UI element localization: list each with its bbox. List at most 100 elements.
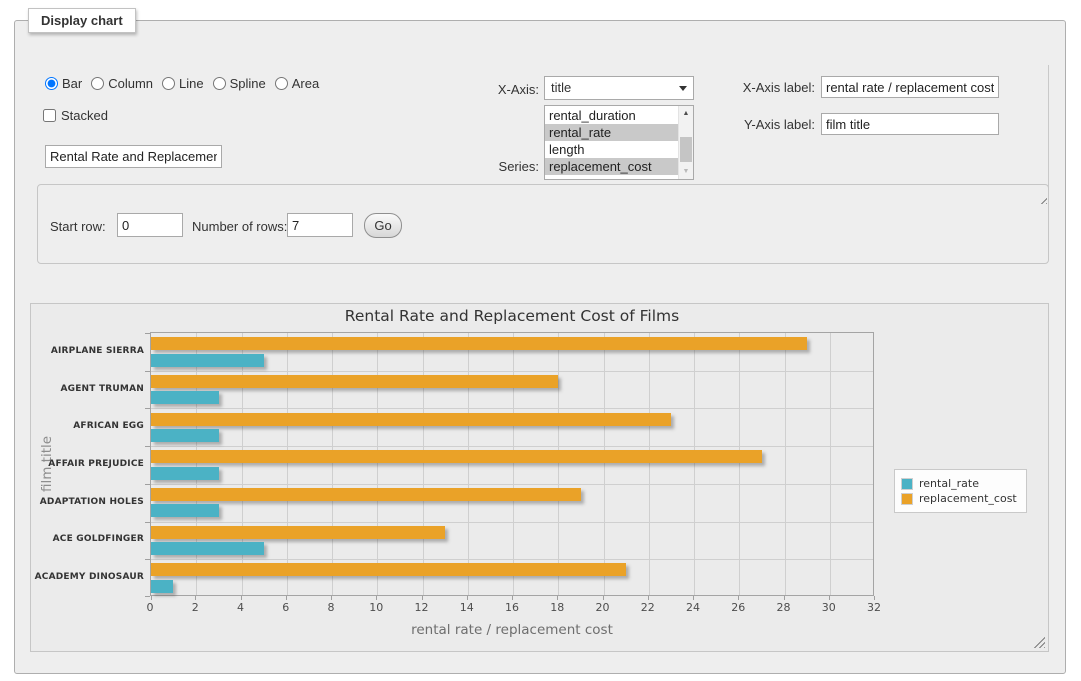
legend-label: rental_rate: [919, 477, 979, 490]
stacked-checkbox[interactable]: [43, 109, 56, 122]
start-row-input[interactable]: [117, 213, 183, 237]
x-axis-select-label: X-Axis:: [477, 82, 539, 97]
series-listbox-scrollbar[interactable]: ▲ ▼: [678, 106, 693, 179]
x-tick-label: 32: [867, 601, 881, 614]
chart-type-option-area: Area: [275, 76, 319, 91]
scroll-up-icon[interactable]: ▲: [679, 106, 693, 121]
x-axis-tick-mark: [286, 596, 287, 600]
chart-type-radio-column[interactable]: [91, 77, 104, 90]
chart-title: Rental Rate and Replacement Cost of Film…: [150, 307, 874, 325]
series-listbox[interactable]: rental_durationrental_ratelengthreplacem…: [544, 105, 694, 180]
chart-type-radio-line[interactable]: [162, 77, 175, 90]
series-option[interactable]: replacement_cost: [545, 158, 678, 175]
gridline-vertical: [694, 333, 695, 595]
gridline-vertical: [830, 333, 831, 595]
gridline-vertical: [196, 333, 197, 595]
gridline-horizontal: [151, 408, 873, 409]
x-axis-label-input[interactable]: [821, 76, 999, 98]
chart-type-radio-spline[interactable]: [213, 77, 226, 90]
number-of-rows-input[interactable]: [287, 213, 353, 237]
gridline-vertical: [242, 333, 243, 595]
x-tick-labels: 02468101214161820222426283032: [31, 601, 1048, 615]
gridline-vertical: [649, 333, 650, 595]
series-listbox-label: Series:: [477, 159, 539, 174]
chart-type-radio-area[interactable]: [275, 77, 288, 90]
bar-rental_rate: [151, 467, 219, 480]
y-axis-tick-mark: [145, 596, 150, 597]
chart-type-option-line: Line: [162, 76, 204, 91]
x-tick-label: 24: [686, 601, 700, 614]
legend-item: rental_rate: [901, 477, 1017, 490]
go-button[interactable]: Go: [364, 213, 402, 238]
x-tick-label: 20: [596, 601, 610, 614]
chart-type-label-line: Line: [179, 76, 204, 91]
y-axis-tick-mark: [145, 408, 150, 409]
bar-rental_rate: [151, 354, 264, 367]
x-tick-label: 30: [822, 601, 836, 614]
gridline-vertical: [604, 333, 605, 595]
y-tick-label: ADAPTATION HOLES: [31, 497, 144, 507]
x-axis-tick-mark: [874, 596, 875, 600]
bar-rental_rate: [151, 504, 219, 517]
x-axis-tick-mark: [603, 596, 604, 600]
x-axis-tick-mark: [376, 596, 377, 600]
chart-title-input[interactable]: [45, 145, 222, 168]
x-axis-tick-mark: [648, 596, 649, 600]
gridline-horizontal: [151, 559, 873, 560]
y-axis-tick-mark: [145, 371, 150, 372]
bar-rental_rate: [151, 391, 219, 404]
y-axis-tick-mark: [145, 484, 150, 485]
gridline-horizontal: [151, 371, 873, 372]
chart-resize-handle-icon[interactable]: [1033, 636, 1045, 648]
x-axis-tick-mark: [512, 596, 513, 600]
chart-type-option-bar: Bar: [45, 76, 82, 91]
panel-legend: Display chart: [28, 8, 136, 33]
series-option[interactable]: rental_rate: [545, 124, 678, 141]
stacked-label: Stacked: [61, 108, 108, 123]
gridline-horizontal: [151, 484, 873, 485]
y-tick-label: ACE GOLDFINGER: [31, 534, 144, 544]
chevron-down-icon: [679, 86, 687, 91]
gridline-vertical: [468, 333, 469, 595]
y-axis-label-input[interactable]: [821, 113, 999, 135]
gridline-vertical: [377, 333, 378, 595]
chart-type-label-spline: Spline: [230, 76, 266, 91]
x-tick-label: 12: [415, 601, 429, 614]
bar-replacement_cost: [151, 526, 445, 539]
chart-type-radio-bar[interactable]: [45, 77, 58, 90]
x-tick-label: 4: [237, 601, 244, 614]
gridline-vertical: [513, 333, 514, 595]
start-row-label: Start row:: [50, 219, 108, 234]
y-axis-tick-mark: [145, 522, 150, 523]
x-tick-label: 26: [731, 601, 745, 614]
y-axis-tick-mark: [145, 333, 150, 334]
gridline-vertical: [332, 333, 333, 595]
chart-type-label-column: Column: [108, 76, 153, 91]
chart-type-label-bar: Bar: [62, 76, 82, 91]
y-tick-labels: AIRPLANE SIERRAAGENT TRUMANAFRICAN EGGAF…: [31, 332, 144, 596]
y-tick-label: AFRICAN EGG: [31, 421, 144, 431]
bar-replacement_cost: [151, 488, 581, 501]
y-tick-label: AFFAIR PREJUDICE: [31, 459, 144, 469]
series-option[interactable]: rental_duration: [545, 107, 678, 124]
x-axis-tick-mark: [241, 596, 242, 600]
x-tick-label: 22: [641, 601, 655, 614]
chart-type-option-spline: Spline: [213, 76, 266, 91]
x-tick-label: 10: [369, 601, 383, 614]
gridline-vertical: [287, 333, 288, 595]
x-axis-tick-mark: [467, 596, 468, 600]
x-tick-label: 8: [328, 601, 335, 614]
scroll-down-icon[interactable]: ▼: [679, 164, 693, 179]
y-tick-label: AIRPLANE SIERRA: [31, 346, 144, 356]
scrollbar-thumb[interactable]: [680, 137, 692, 162]
x-axis-tick-mark: [693, 596, 694, 600]
bar-replacement_cost: [151, 413, 671, 426]
series-option[interactable]: length: [545, 141, 678, 158]
x-axis-select[interactable]: title: [544, 76, 694, 100]
x-axis-tick-mark: [195, 596, 196, 600]
settings-resize-edge: [1048, 65, 1049, 205]
x-axis-tick-mark: [422, 596, 423, 600]
chart-type-option-column: Column: [91, 76, 153, 91]
chart-container: Rental Rate and Replacement Cost of Film…: [30, 303, 1049, 652]
x-axis-tick-mark: [829, 596, 830, 600]
